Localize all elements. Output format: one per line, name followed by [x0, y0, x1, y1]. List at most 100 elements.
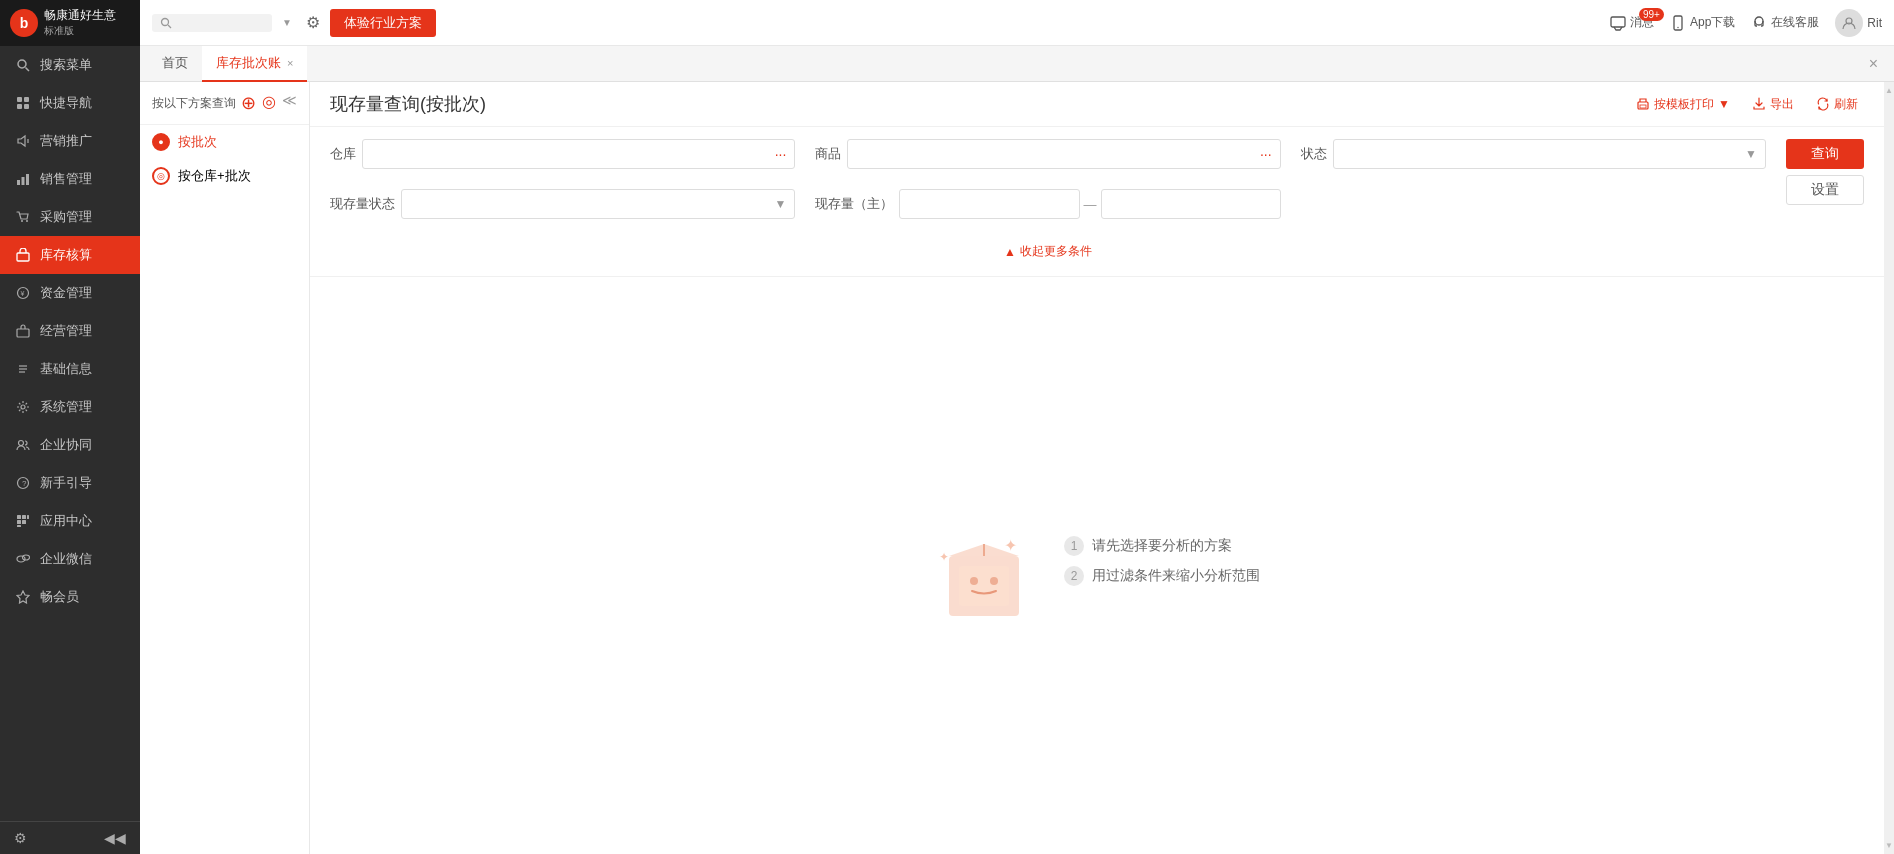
filter-area: 仓库 ··· 商品 ··· [310, 127, 1884, 277]
scheme-by-warehouse-batch[interactable]: ◎ 按仓库+批次 [140, 159, 309, 193]
export-btn[interactable]: 导出 [1746, 93, 1800, 116]
svg-point-19 [21, 405, 25, 409]
svg-text:¥: ¥ [21, 290, 25, 297]
sidebar-item-search[interactable]: 搜索菜单 [0, 46, 140, 84]
warehouse-input[interactable]: ··· [362, 139, 795, 169]
sidebar-enterprise-label: 企业协同 [40, 436, 92, 454]
print-icon [1636, 97, 1650, 111]
warehouse-filter: 仓库 ··· [330, 139, 795, 169]
sidebar-item-finance[interactable]: ¥ 资金管理 [0, 274, 140, 312]
svg-rect-7 [17, 180, 20, 185]
product-dots[interactable]: ··· [1260, 146, 1272, 162]
stock-qty-max-input[interactable] [1101, 189, 1281, 219]
stock-qty-min-input[interactable] [899, 189, 1079, 219]
sidebar-item-wechat[interactable]: 企业微信 [0, 540, 140, 578]
print-btn[interactable]: 按模板打印 ▼ [1630, 93, 1736, 116]
user-avatar[interactable]: Rit [1835, 9, 1882, 37]
gear-icon [14, 398, 32, 416]
product-label: 商品 [815, 145, 841, 163]
svg-rect-26 [17, 520, 21, 524]
sidebar-item-marketing[interactable]: 营销推广 [0, 122, 140, 160]
refresh-btn[interactable]: 刷新 [1810, 93, 1864, 116]
online-service-btn[interactable]: 在线客服 [1751, 14, 1819, 31]
step-2-num: 2 [1064, 566, 1084, 586]
scheme-settings-btn[interactable]: ◎ [262, 92, 276, 114]
app-download-btn[interactable]: App下载 [1670, 14, 1735, 31]
headset-icon [1751, 15, 1767, 31]
right-scrollbar[interactable]: ▲ ▼ [1884, 82, 1894, 854]
search-box[interactable] [152, 14, 272, 32]
sidebar-logo: b [10, 9, 38, 37]
empty-state-icon: ✦ ✦ [934, 516, 1034, 616]
warehouse-text-input[interactable] [371, 147, 775, 161]
scrollbar-down-icon[interactable]: ▼ [1885, 841, 1893, 850]
sidebar-item-inventory[interactable]: 库存核算 [0, 236, 140, 274]
tab-close-icon[interactable]: × [287, 57, 293, 69]
export-icon [1752, 97, 1766, 111]
tab-home[interactable]: 首页 [148, 46, 202, 82]
status-label: 状态 [1301, 145, 1327, 163]
stock-status-select[interactable]: ▼ [401, 189, 795, 219]
filter-action-btns: 查询 设置 [1786, 139, 1864, 205]
svg-point-43 [970, 577, 978, 585]
svg-point-11 [26, 220, 28, 222]
svg-line-1 [26, 68, 30, 72]
collapse-more-btn[interactable]: ▲ 收起更多条件 [330, 239, 1766, 264]
filter-settings-btn[interactable]: 设置 [1786, 175, 1864, 205]
vip-icon [14, 588, 32, 606]
tab-batch-stock[interactable]: 库存批次账 × [202, 46, 307, 82]
sidebar-nav: 搜索菜单 快捷导航 营销推广 销售管理 采购管理 [0, 46, 140, 821]
svg-text:?: ? [22, 479, 27, 488]
range-dash: — [1080, 197, 1101, 212]
svg-point-44 [990, 577, 998, 585]
svg-rect-24 [22, 515, 26, 519]
svg-point-36 [1677, 26, 1678, 27]
scheme-panel-collapse-btn[interactable]: ≪ [282, 92, 297, 114]
scheme-by-batch[interactable]: ● 按批次 [140, 125, 309, 159]
sidebar-item-quicknav[interactable]: 快捷导航 [0, 84, 140, 122]
sidebar-item-purchase[interactable]: 采购管理 [0, 198, 140, 236]
close-all-tabs-btn[interactable]: × [1861, 55, 1886, 73]
search-input[interactable] [176, 17, 256, 29]
sidebar-finance-label: 资金管理 [40, 284, 92, 302]
svg-point-10 [21, 220, 23, 222]
query-btn[interactable]: 查询 [1786, 139, 1864, 169]
page-title: 现存量查询(按批次) [330, 92, 486, 116]
settings-footer-icon[interactable]: ⚙ [14, 830, 27, 846]
sidebar-member-label: 畅会员 [40, 588, 79, 606]
scrollbar-up-icon[interactable]: ▲ [1885, 86, 1893, 95]
product-text-input[interactable] [856, 147, 1260, 161]
svg-point-20 [19, 441, 24, 446]
sidebar-item-member[interactable]: 畅会员 [0, 578, 140, 616]
warehouse-dots[interactable]: ··· [775, 146, 787, 162]
refresh-icon [1816, 97, 1830, 111]
sidebar-item-operations[interactable]: 经营管理 [0, 312, 140, 350]
sidebar-item-appcenter[interactable]: 应用中心 [0, 502, 140, 540]
print-dropdown-icon[interactable]: ▼ [1718, 97, 1730, 111]
svg-text:✦: ✦ [1004, 537, 1017, 554]
trial-btn[interactable]: 体验行业方案 [330, 9, 436, 37]
stock-status-filter: 现存量状态 ▼ [330, 189, 795, 219]
search-icon [160, 17, 172, 29]
add-scheme-btn[interactable]: ⊕ [241, 92, 256, 114]
status-select-wrapper[interactable]: ▼ [1333, 139, 1766, 169]
filter-row-2: 现存量状态 ▼ 现存量（主） — [330, 189, 1766, 219]
product-input[interactable]: ··· [847, 139, 1280, 169]
apps-icon [14, 512, 32, 530]
sidebar-item-basics[interactable]: 基础信息 [0, 350, 140, 388]
sidebar-item-system[interactable]: 系统管理 [0, 388, 140, 426]
sidebar-item-newuser[interactable]: ? 新手引导 [0, 464, 140, 502]
cart-icon [14, 208, 32, 226]
wechat-icon [14, 550, 32, 568]
svg-rect-28 [17, 525, 21, 527]
sidebar-item-sales[interactable]: 销售管理 [0, 160, 140, 198]
settings-icon[interactable]: ⚙ [306, 13, 320, 32]
messages-btn[interactable]: 消息 99+ [1610, 14, 1654, 31]
svg-line-33 [168, 25, 171, 28]
status-chevron-icon: ▼ [1745, 147, 1757, 161]
svg-rect-42 [959, 566, 1009, 606]
collapse-footer-icon[interactable]: ◀◀ [104, 830, 126, 846]
search-chevron-icon[interactable]: ▼ [282, 17, 292, 28]
sidebar-inventory-label: 库存核算 [40, 246, 92, 264]
sidebar-item-enterprise[interactable]: 企业协同 [0, 426, 140, 464]
